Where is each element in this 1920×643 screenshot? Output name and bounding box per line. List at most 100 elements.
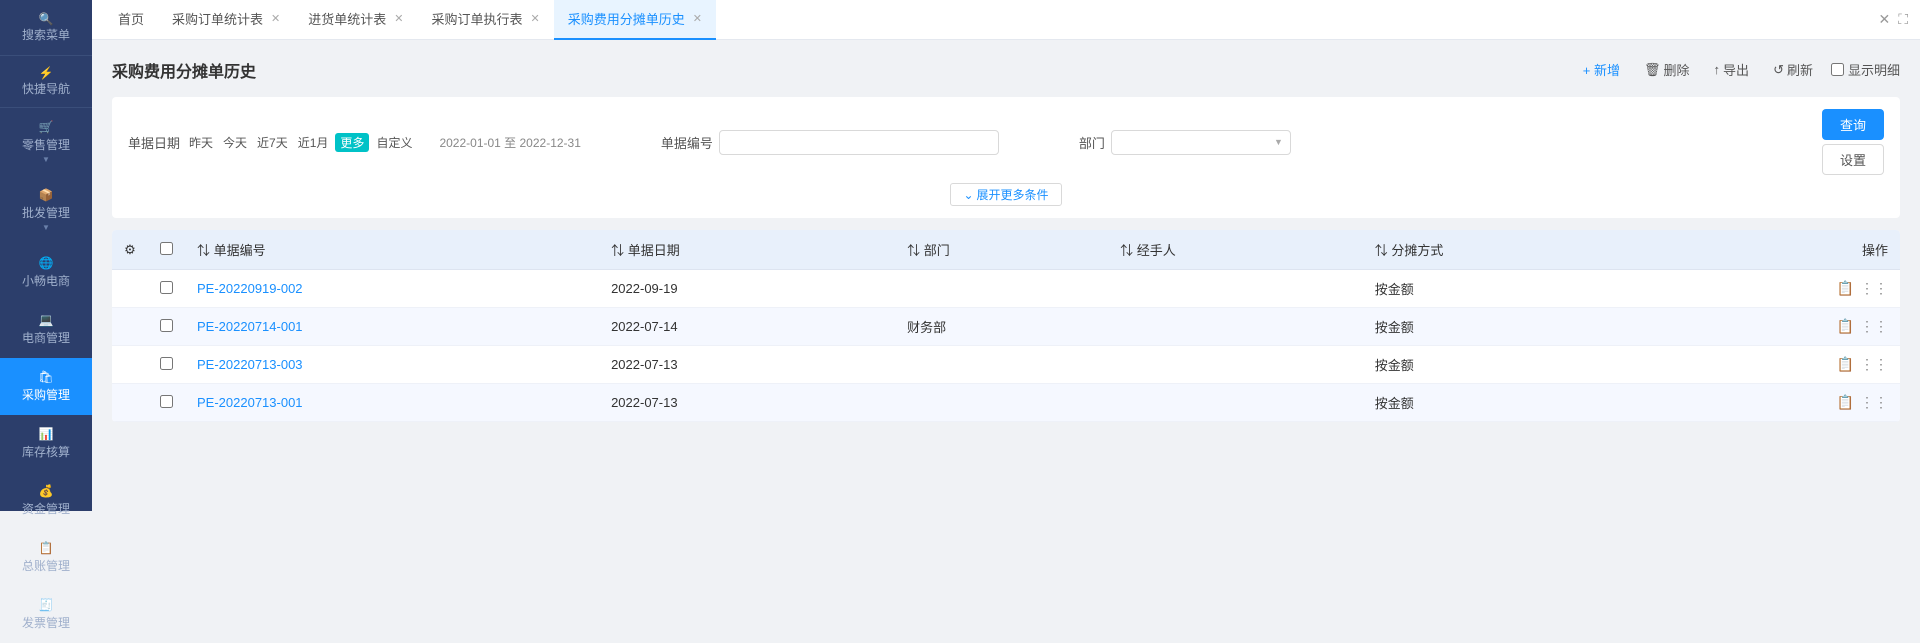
page-header: 采购费用分摊单历史 + 新增 🗑 删除 ↑ 导出 ↺ 刷新 (112, 56, 1900, 83)
tab-close-purchase-exec[interactable]: ✕ (531, 12, 540, 25)
show-col-checkbox[interactable]: 显示明细 (1831, 60, 1900, 79)
expand-more-button[interactable]: ⌄ 展开更多条件 (950, 183, 1061, 206)
row-date-1: 2022-07-14 (599, 308, 895, 346)
export-button[interactable]: ↑ 导出 (1708, 56, 1756, 83)
col-settings[interactable]: ⚙ (112, 230, 148, 270)
tab-purchase-exec[interactable]: 采购订单执行表 ✕ (417, 0, 553, 40)
shortcut-yesterday[interactable]: 昨天 (186, 133, 216, 152)
sidebar-ledger-label: 总账管理 (22, 557, 70, 574)
bill-no-label: 单据编号 (661, 133, 713, 152)
chevron-down-icon-2: ▼ (42, 223, 50, 232)
row-checkbox-1[interactable] (160, 319, 173, 332)
shortcut-7days[interactable]: 近7天 (254, 133, 291, 152)
row-split-method-2: 按金额 (1363, 346, 1659, 384)
sidebar-item-inventory[interactable]: 📊 库存核算 (0, 415, 92, 472)
sidebar-item-retail[interactable]: 🛒 零售管理 ▼ (0, 108, 92, 176)
show-col-input[interactable] (1831, 63, 1844, 76)
sidebar-ecommerce-mgmt-label: 电商管理 (22, 329, 70, 346)
row-checkbox-cell-1 (148, 308, 185, 346)
row-more-btn-2[interactable]: ⋮⋮ (1860, 356, 1888, 373)
col-date-label: ⇅ 单据日期 (611, 243, 680, 258)
row-settings-1 (112, 308, 148, 346)
row-more-btn-3[interactable]: ⋮⋮ (1860, 394, 1888, 411)
row-date-2: 2022-07-13 (599, 346, 895, 384)
tab-home-label: 首页 (118, 9, 144, 28)
row-more-btn-1[interactable]: ⋮⋮ (1860, 318, 1888, 335)
row-more-btn-0[interactable]: ⋮⋮ (1860, 280, 1888, 297)
tab-maximize-icon[interactable]: ⛶ (1898, 11, 1908, 28)
row-checkbox-3[interactable] (160, 395, 173, 408)
table-row: PE-20220714-001 2022-07-14 财务部 按金额 📋 ⋮⋮ (112, 308, 1900, 346)
tab-home[interactable]: 首页 (104, 0, 158, 40)
shortcut-more[interactable]: 更多 (335, 133, 369, 152)
date-filter-item: 单据日期 昨天 今天 近7天 近1月 更多 自定义 (128, 133, 415, 152)
sidebar-item-ecommerce-mgmt[interactable]: 💻 电商管理 (0, 301, 92, 358)
row-edit-btn-1[interactable]: 📋 (1837, 318, 1854, 335)
col-dept: ⇅ 部门 (895, 230, 1108, 270)
tab-purchase-cost-history[interactable]: 采购费用分摊单历史 ✕ (554, 0, 716, 40)
table-container: ⚙ ⇅ 单据编号 ⇅ 单据日期 ⇅ 部门 ⇅ 经手人 ⇅ 分摊方式 操作 (112, 230, 1900, 422)
refresh-label: 刷新 (1787, 60, 1813, 79)
page-body: 采购费用分摊单历史 + 新增 🗑 删除 ↑ 导出 ↺ 刷新 (92, 40, 1920, 511)
row-bill-no-2[interactable]: PE-20220713-003 (185, 346, 599, 384)
refresh-button[interactable]: ↺ 刷新 (1767, 56, 1819, 83)
sidebar-item-wholesale[interactable]: 📦 批发管理 ▼ (0, 176, 92, 244)
row-op-cell-1: 📋 ⋮⋮ (1659, 308, 1900, 346)
ledger-icon: 📋 (39, 541, 54, 555)
ecommerce-mgmt-icon: 💻 (39, 313, 54, 327)
row-edit-btn-2[interactable]: 📋 (1837, 356, 1854, 373)
row-bill-no-0[interactable]: PE-20220919-002 (185, 270, 599, 308)
bill-no-input[interactable] (719, 130, 999, 155)
sidebar-item-search[interactable]: 🔍 搜索菜单 (0, 0, 92, 56)
row-bill-no-1[interactable]: PE-20220714-001 (185, 308, 599, 346)
sidebar-item-quicknav[interactable]: ⚡ 快捷导航 (0, 56, 92, 108)
row-edit-btn-3[interactable]: 📋 (1837, 394, 1854, 411)
tab-close-purchase-cost-history[interactable]: ✕ (693, 12, 702, 25)
sidebar-item-invoice[interactable]: 🧾 发票管理 (0, 586, 92, 643)
col-checkbox (148, 230, 185, 270)
sidebar-item-ecommerce-small[interactable]: 🌐 小畅电商 (0, 244, 92, 301)
ecommerce-small-icon: 🌐 (39, 256, 54, 270)
sidebar-item-purchase[interactable]: 🛍 采购管理 (0, 358, 92, 415)
dept-label: 部门 (1079, 133, 1105, 152)
tab-purchase-order-stats[interactable]: 采购订单统计表 ✕ (158, 0, 294, 40)
col-split-method: ⇅ 分摊方式 (1363, 230, 1659, 270)
sidebar-finance-label: 资金管理 (22, 500, 70, 517)
tab-close-purchase-order-stats[interactable]: ✕ (271, 12, 280, 25)
shortcut-custom[interactable]: 自定义 (373, 133, 415, 152)
row-bill-no-3[interactable]: PE-20220713-001 (185, 384, 599, 422)
settings-button[interactable]: 设置 (1822, 144, 1884, 175)
tab-close-all-icon[interactable]: ✕ (1878, 11, 1890, 28)
col-date: ⇅ 单据日期 (599, 230, 895, 270)
select-all-checkbox[interactable] (160, 242, 173, 255)
row-settings-2 (112, 346, 148, 384)
main-content: 首页 采购订单统计表 ✕ 进货单统计表 ✕ 采购订单执行表 ✕ 采购费用分摊单历… (92, 0, 1920, 511)
row-op-cell-3: 📋 ⋮⋮ (1659, 384, 1900, 422)
delete-button[interactable]: 🗑 删除 (1638, 56, 1696, 83)
row-checkbox-2[interactable] (160, 357, 173, 370)
filter-area: 单据日期 昨天 今天 近7天 近1月 更多 自定义 2022-01-01 至 2… (112, 97, 1900, 218)
dept-select[interactable] (1111, 130, 1291, 155)
tab-purchase-exec-label: 采购订单执行表 (431, 9, 522, 28)
row-handler-3 (1108, 384, 1363, 422)
sidebar-item-ledger[interactable]: 📋 总账管理 (0, 529, 92, 586)
col-operation: 操作 (1659, 230, 1900, 270)
add-button[interactable]: + 新增 (1577, 56, 1626, 83)
tab-goods-stats[interactable]: 进货单统计表 ✕ (294, 0, 417, 40)
shortcut-today[interactable]: 今天 (220, 133, 250, 152)
sidebar-ecommerce-small-label: 小畅电商 (22, 272, 70, 289)
shortcut-1month[interactable]: 近1月 (295, 133, 332, 152)
search-icon: 🔍 (8, 12, 84, 26)
row-settings-3 (112, 384, 148, 422)
row-settings-0 (112, 270, 148, 308)
sidebar-item-finance[interactable]: 💰 资金管理 (0, 472, 92, 529)
dept-filter-item: 部门 (1079, 130, 1291, 155)
row-edit-btn-0[interactable]: 📋 (1837, 280, 1854, 297)
sidebar-quicknav-label: 快捷导航 (8, 80, 84, 97)
row-checkbox-0[interactable] (160, 281, 173, 294)
tab-close-goods-stats[interactable]: ✕ (394, 12, 403, 25)
filter-row: 单据日期 昨天 今天 近7天 近1月 更多 自定义 2022-01-01 至 2… (128, 109, 1884, 175)
sidebar: 🔍 搜索菜单 ⚡ 快捷导航 🛒 零售管理 ▼ 📦 批发管理 ▼ 🌐 小畅电商 💻… (0, 0, 92, 511)
query-button[interactable]: 查询 (1822, 109, 1884, 140)
table-row: PE-20220919-002 2022-09-19 按金额 📋 ⋮⋮ (112, 270, 1900, 308)
